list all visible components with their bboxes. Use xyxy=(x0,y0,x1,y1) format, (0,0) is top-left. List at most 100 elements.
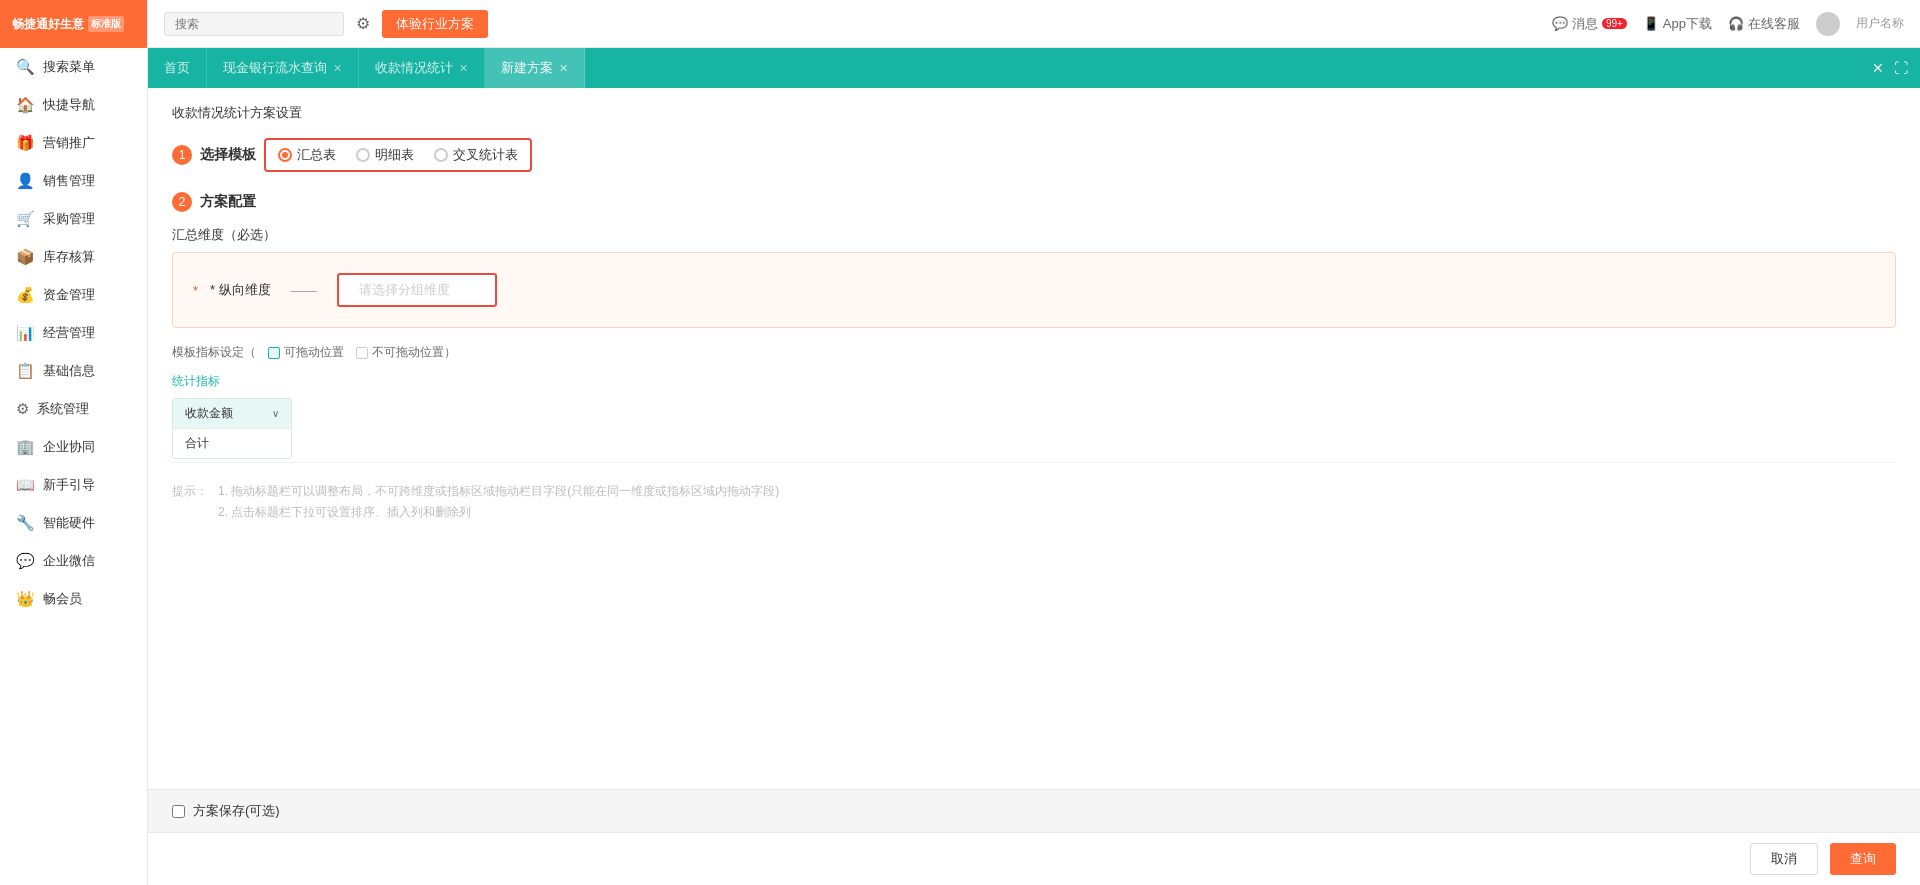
radio-cross[interactable]: 交叉统计表 xyxy=(434,146,518,164)
sidebar-item-sales[interactable]: 👤 销售管理 xyxy=(0,162,147,200)
tabbar-actions: ✕ ⛶ xyxy=(1860,48,1920,88)
sidebar-item-label: 智能硬件 xyxy=(43,514,95,532)
content-area: 收款情况统计方案设置 1 选择模板 汇总表 明细表 xyxy=(148,88,1920,832)
tabbar: 首页 现金银行流水查询 ✕ 收款情况统计 ✕ 新建方案 ✕ ✕ ⛶ xyxy=(148,48,1920,88)
radio-summary-label: 汇总表 xyxy=(297,146,336,164)
tab-new-plan[interactable]: 新建方案 ✕ xyxy=(485,48,585,88)
sidebar-item-label: 系统管理 xyxy=(37,400,89,418)
gift-icon: 🎁 xyxy=(16,134,35,152)
tip-section: 提示： 1. 拖动标题栏可以调整布局，不可跨维度或指标区域拖动栏目字段(只能在同… xyxy=(172,462,1896,521)
sidebar-item-label: 采购管理 xyxy=(43,210,95,228)
money-icon: 💰 xyxy=(16,286,35,304)
building-icon: 🏢 xyxy=(16,438,35,456)
home-icon: 🏠 xyxy=(16,96,35,114)
sidebar-item-system[interactable]: ⚙ 系统管理 xyxy=(0,390,147,428)
radio-summary[interactable]: 汇总表 xyxy=(278,146,336,164)
radio-detail[interactable]: 明细表 xyxy=(356,146,414,164)
sidebar-item-label: 企业微信 xyxy=(43,552,95,570)
sidebar-item-guide[interactable]: 📖 新手引导 xyxy=(0,466,147,504)
sidebar-item-wechat[interactable]: 💬 企业微信 xyxy=(0,542,147,580)
radio-summary-circle xyxy=(278,148,292,162)
tab-home[interactable]: 首页 xyxy=(148,48,207,88)
gear-icon: ⚙ xyxy=(16,400,29,418)
dimension-placeholder: 请选择分组维度 xyxy=(359,282,450,297)
download-label: App下载 xyxy=(1663,15,1712,33)
stat-table: 收款金额 ∨ 合计 xyxy=(172,398,292,459)
sidebar-item-label: 新手引导 xyxy=(43,476,95,494)
search-icon: 🔍 xyxy=(16,58,35,76)
message-icon: 💬 xyxy=(1552,16,1568,31)
tab-close-icon[interactable]: ✕ xyxy=(1872,60,1884,76)
sidebar-item-label: 营销推广 xyxy=(43,134,95,152)
query-button[interactable]: 查询 xyxy=(1830,843,1896,875)
sidebar-item-enterprise[interactable]: 🏢 企业协同 xyxy=(0,428,147,466)
search-input[interactable] xyxy=(164,12,344,36)
industry-btn[interactable]: 体验行业方案 xyxy=(382,10,488,38)
tab-bank-flow-label: 现金银行流水查询 xyxy=(223,59,327,77)
step2-title: 方案配置 xyxy=(200,193,256,211)
sidebar-item-operations[interactable]: 📊 经营管理 xyxy=(0,314,147,352)
sidebar-item-inventory[interactable]: 📦 库存核算 xyxy=(0,238,147,276)
sidebar-item-purchase[interactable]: 🛒 采购管理 xyxy=(0,200,147,238)
page-content: 收款情况统计方案设置 1 选择模板 汇总表 明细表 xyxy=(148,88,1920,789)
sidebar-item-label: 快捷导航 xyxy=(43,96,95,114)
tab-home-label: 首页 xyxy=(164,59,190,77)
sidebar-item-basic-info[interactable]: 📋 基础信息 xyxy=(0,352,147,390)
stat-table-row: 合计 xyxy=(173,428,291,458)
save-label: 方案保存(可选) xyxy=(193,802,280,820)
tab-collection-stat[interactable]: 收款情况统计 ✕ xyxy=(359,48,485,88)
step2-header: 2 方案配置 xyxy=(172,192,1896,212)
sidebar-item-label: 销售管理 xyxy=(43,172,95,190)
crown-icon: 👑 xyxy=(16,590,35,608)
tab-collection-stat-close[interactable]: ✕ xyxy=(459,62,468,75)
sidebar-item-label: 基础信息 xyxy=(43,362,95,380)
sidebar-item-label: 搜索菜单 xyxy=(43,58,95,76)
sidebar-item-quick-nav[interactable]: 🏠 快捷导航 xyxy=(0,86,147,124)
step2-num: 2 xyxy=(172,192,192,212)
book-icon: 📖 xyxy=(16,476,35,494)
chart-icon: 📊 xyxy=(16,324,35,342)
radio-detail-circle xyxy=(356,148,370,162)
tab-bank-flow-close[interactable]: ✕ xyxy=(333,62,342,75)
tab-expand-icon[interactable]: ⛶ xyxy=(1894,60,1908,76)
page-title: 收款情况统计方案设置 xyxy=(172,104,1896,122)
stat-table-header[interactable]: 收款金额 ∨ xyxy=(173,399,291,428)
template-radio-group: 汇总表 明细表 交叉统计表 xyxy=(264,138,532,172)
hint-draggable-label: 可拖动位置 xyxy=(284,344,344,361)
topbar-right: 💬 消息 99+ 📱 App下载 🎧 在线客服 用户名称 xyxy=(1552,12,1904,36)
topbar: ⚙ 体验行业方案 💬 消息 99+ 📱 App下载 🎧 在线客服 用户名称 xyxy=(148,0,1920,48)
download-icon: 📱 xyxy=(1643,16,1659,31)
user-avatar[interactable] xyxy=(1816,12,1840,36)
sidebar-item-search-menu[interactable]: 🔍 搜索菜单 xyxy=(0,48,147,86)
sidebar-item-member[interactable]: 👑 畅会员 xyxy=(0,580,147,618)
headset-icon: 🎧 xyxy=(1728,16,1744,31)
step1-header: 1 选择模板 汇总表 明细表 xyxy=(172,138,1896,172)
save-checkbox[interactable] xyxy=(172,805,185,818)
sidebar-item-label: 库存核算 xyxy=(43,248,95,266)
notification-btn[interactable]: 💬 消息 99+ xyxy=(1552,15,1627,33)
tab-bank-flow[interactable]: 现金银行流水查询 ✕ xyxy=(207,48,359,88)
sidebar-logo: 畅捷通好生意 标准版 xyxy=(0,0,147,48)
tip2: 提示： 2. 点击标题栏下拉可设置排序、插入列和删除列 xyxy=(172,504,1896,521)
dimension-select[interactable]: 请选择分组维度 xyxy=(337,273,497,307)
sidebar-item-label: 资金管理 xyxy=(43,286,95,304)
sidebar-logo-badge: 标准版 xyxy=(88,16,124,32)
download-btn[interactable]: 📱 App下载 xyxy=(1643,15,1712,33)
required-star: * xyxy=(193,283,198,298)
tip-prefix: 提示： xyxy=(172,484,215,498)
chevron-down-icon[interactable]: ∨ xyxy=(272,408,279,419)
service-btn[interactable]: 🎧 在线客服 xyxy=(1728,15,1800,33)
dimension-section-title: 汇总维度（必选） xyxy=(172,226,1896,244)
sidebar-item-finance[interactable]: 💰 资金管理 xyxy=(0,276,147,314)
tab-new-plan-close[interactable]: ✕ xyxy=(559,62,568,75)
radio-detail-label: 明细表 xyxy=(375,146,414,164)
sidebar-item-label: 经营管理 xyxy=(43,324,95,342)
cancel-button[interactable]: 取消 xyxy=(1750,843,1818,875)
sidebar-item-marketing[interactable]: 🎁 营销推广 xyxy=(0,124,147,162)
vertical-dimension-label: * 纵向维度 xyxy=(210,281,271,299)
tip1-text: 1. 拖动标题栏可以调整布局，不可跨维度或指标区域拖动栏目字段(只能在同一维度或… xyxy=(218,484,779,498)
settings-icon[interactable]: ⚙ xyxy=(356,14,370,33)
hint-nondraggable-label: 不可拖动位置） xyxy=(372,344,456,361)
sidebar-item-smart-hw[interactable]: 🔧 智能硬件 xyxy=(0,504,147,542)
wrench-icon: 🔧 xyxy=(16,514,35,532)
